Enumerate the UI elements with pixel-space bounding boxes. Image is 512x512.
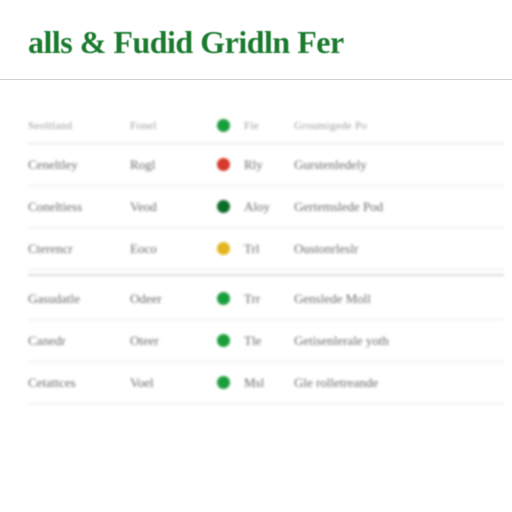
cell-value: Eoco [130,241,202,257]
status-dot-icon [217,200,230,213]
table-row: Cetattces Voel Msl Gle rolletreande [28,362,504,404]
cell-status [212,200,234,213]
col-header-3: Fie [244,120,284,132]
cell-status [212,292,234,305]
col-header-status [212,119,234,132]
col-header-4: Groumigede Po [294,120,504,132]
cell-status [212,242,234,255]
table-row: Coneltiess Veod Aloy Gertemslede Pod [28,186,504,228]
table-row: Canedr Oteer Tle Getisenlerale yoth [28,320,504,362]
data-table: Seoltland Fonel Fie Groumigede Po Cenelt… [28,108,504,404]
col-header-1: Seoltland [28,120,120,132]
table-header-row: Seoltland Fonel Fie Groumigede Po [28,108,504,144]
cell-status [212,334,234,347]
cell-value: Odeer [130,291,202,307]
divider [0,79,512,80]
cell-desc: Gle rolletreande [294,375,504,391]
cell-desc: Genslede Moll [294,291,504,307]
cell-code: Aloy [244,199,284,215]
status-dot-icon [217,242,230,255]
cell-name: Cetattces [28,375,120,391]
group-divider [28,270,504,276]
cell-name: Cterencr [28,241,120,257]
status-dot-icon [217,119,230,132]
page-title: alls & Fudid Gridln Fer [28,24,488,61]
cell-name: Canedr [28,333,120,349]
status-dot-icon [217,376,230,389]
cell-code: Tle [244,333,284,349]
cell-value: Voel [130,375,202,391]
cell-status [212,376,234,389]
cell-value: Oteer [130,333,202,349]
col-header-2: Fonel [130,120,202,132]
cell-name: Ceneltley [28,157,120,173]
status-dot-icon [217,158,230,171]
cell-desc: Gurstenledely [294,157,504,173]
cell-status [212,158,234,171]
cell-code: Msl [244,375,284,391]
table-row: Cterencr Eoco Trl Oustonrleslr [28,228,504,270]
cell-code: Rly [244,157,284,173]
cell-code: Trr [244,291,284,307]
table-row: Ceneltley Rogl Rly Gurstenledely [28,144,504,186]
cell-desc: Getisenlerale yoth [294,333,504,349]
status-dot-icon [217,292,230,305]
cell-name: Coneltiess [28,199,120,215]
cell-code: Trl [244,241,284,257]
table-row: Gasudatle Odeer Trr Genslede Moll [28,278,504,320]
cell-value: Rogl [130,157,202,173]
cell-desc: Oustonrleslr [294,241,504,257]
cell-name: Gasudatle [28,291,120,307]
status-dot-icon [217,334,230,347]
cell-value: Veod [130,199,202,215]
cell-desc: Gertemslede Pod [294,199,504,215]
